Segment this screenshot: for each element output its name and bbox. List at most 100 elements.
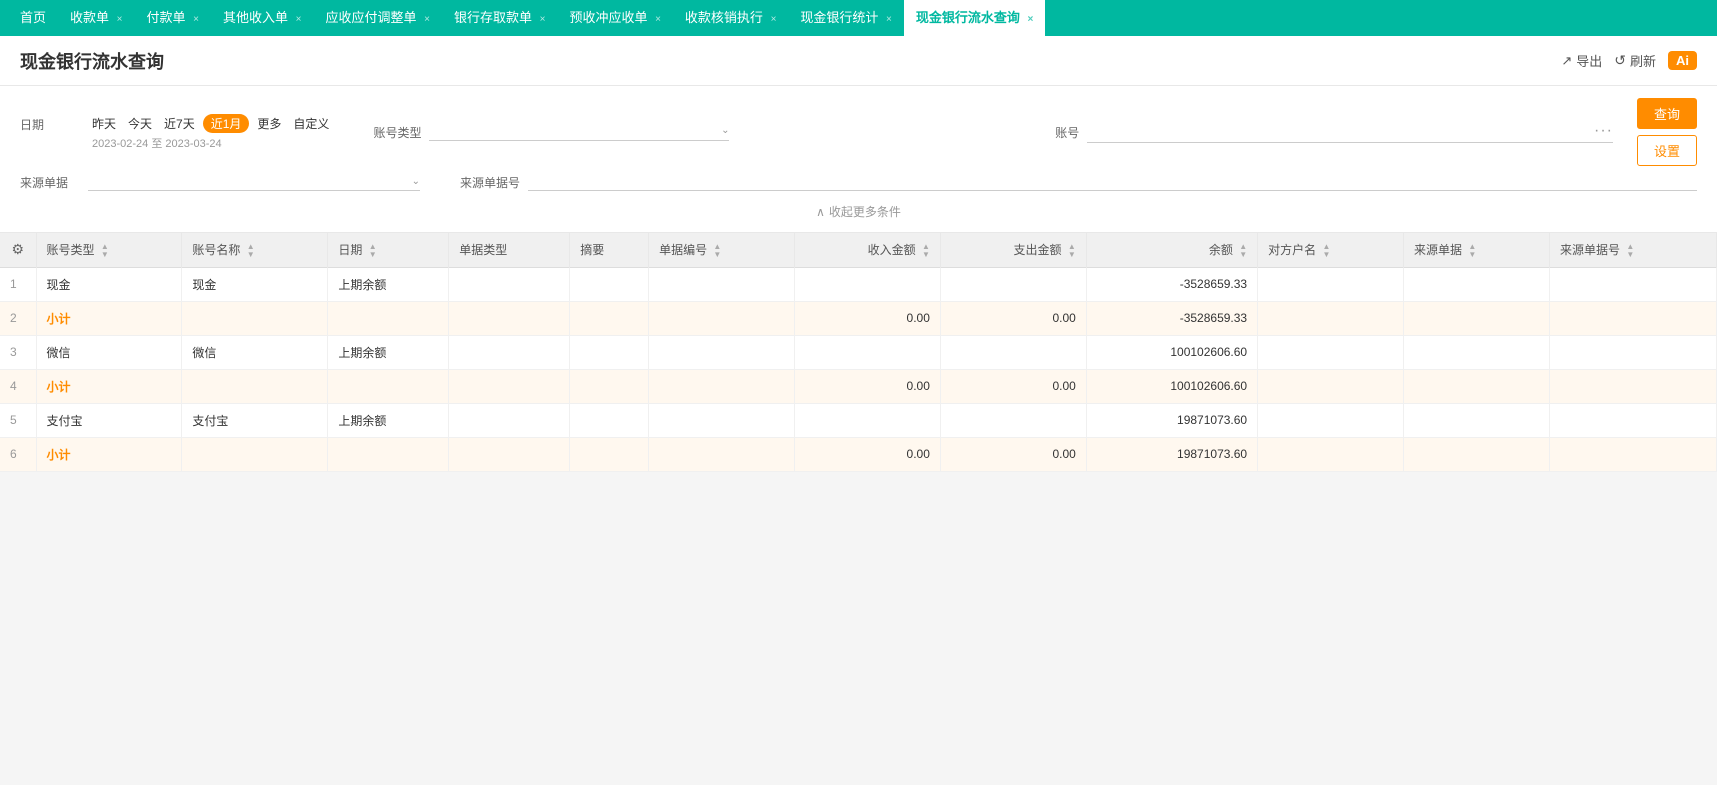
cell-counterparty xyxy=(1258,267,1404,301)
sort-icon[interactable]: ▲▼ xyxy=(1322,243,1330,259)
account-type-input[interactable] xyxy=(429,124,721,138)
cell-account-type: 现金 xyxy=(36,267,182,301)
nav-item-bank-deposit[interactable]: 银行存取款单 × xyxy=(442,0,557,36)
col-header-account-name: 账号名称 ▲▼ xyxy=(182,233,328,267)
sort-icon[interactable]: ▲▼ xyxy=(1068,243,1076,259)
sort-icon[interactable]: ▲▼ xyxy=(1626,243,1634,259)
cell-date xyxy=(328,369,449,403)
nav-item-other-income[interactable]: 其他收入单 × xyxy=(211,0,313,36)
date-btn-7days[interactable]: 近7天 xyxy=(160,114,199,133)
cell-doc-type xyxy=(449,335,570,369)
cell-summary xyxy=(570,437,649,471)
cell-income: 0.00 xyxy=(794,369,940,403)
nav-item-home[interactable]: 首页 xyxy=(8,0,58,36)
row-number: 4 xyxy=(0,369,36,403)
page-title: 现金银行流水查询 xyxy=(20,48,164,74)
cell-account-name: 微信 xyxy=(182,335,328,369)
close-icon[interactable]: × xyxy=(1028,14,1034,25)
collapse-bar[interactable]: ∧ 收起更多条件 xyxy=(20,199,1697,224)
cell-expense: 0.00 xyxy=(940,437,1086,471)
nav-label-bank-deposit: 银行存取款单 xyxy=(454,10,532,25)
close-icon[interactable]: × xyxy=(540,14,546,25)
source-doc-input[interactable] xyxy=(88,174,412,188)
close-icon[interactable]: × xyxy=(886,14,892,25)
cell-doc-num xyxy=(649,369,795,403)
cell-account-name: 现金 xyxy=(182,267,328,301)
table-row: 5支付宝支付宝上期余额19871073.60 xyxy=(0,403,1717,437)
sort-icon[interactable]: ▲▼ xyxy=(101,243,109,259)
nav-label-home: 首页 xyxy=(20,10,46,25)
close-icon[interactable]: × xyxy=(193,14,199,25)
date-btn-custom[interactable]: 自定义 xyxy=(289,114,333,133)
col-header-income: 收入金额 ▲▼ xyxy=(794,233,940,267)
cell-counterparty xyxy=(1258,335,1404,369)
col-header-date: 日期 ▲▼ xyxy=(328,233,449,267)
row-number: 5 xyxy=(0,403,36,437)
col-header-account-type: 账号类型 ▲▼ xyxy=(36,233,182,267)
collapse-icon: ∧ xyxy=(816,205,825,219)
ai-badge[interactable]: Ai xyxy=(1668,51,1697,70)
close-icon[interactable]: × xyxy=(771,14,777,25)
nav-item-flow[interactable]: 现金银行流水查询 × xyxy=(904,0,1045,36)
sort-icon[interactable]: ▲▼ xyxy=(922,243,930,259)
account-type-label: 账号类型 xyxy=(373,124,421,141)
sort-icon[interactable]: ▲▼ xyxy=(1239,243,1247,259)
cell-balance: 19871073.60 xyxy=(1086,403,1257,437)
settings-column-header: ⚙ xyxy=(0,233,36,267)
cell-income xyxy=(794,335,940,369)
cell-date: 上期余额 xyxy=(328,335,449,369)
cell-source-doc-num xyxy=(1549,335,1716,369)
refresh-button[interactable]: ↺ 刷新 xyxy=(1614,51,1656,70)
chevron-down-icon[interactable]: ⌄ xyxy=(412,176,420,187)
nav-item-receipt[interactable]: 收款单 × xyxy=(58,0,134,36)
cell-summary xyxy=(570,267,649,301)
main-table: ⚙ 账号类型 ▲▼ 账号名称 ▲▼ 日期 ▲▼ 单据类型 摘 xyxy=(0,233,1717,472)
cell-doc-num xyxy=(649,403,795,437)
cell-doc-num xyxy=(649,301,795,335)
nav-item-payment[interactable]: 付款单 × xyxy=(135,0,211,36)
nav-label-writeoff: 收款核销执行 xyxy=(685,10,763,25)
row-number: 1 xyxy=(0,267,36,301)
nav-item-adjustment[interactable]: 应收应付调整单 × xyxy=(313,0,441,36)
date-btn-more[interactable]: 更多 xyxy=(253,114,285,133)
close-icon[interactable]: × xyxy=(424,14,430,25)
query-button[interactable]: 查询 xyxy=(1637,98,1697,129)
cell-summary xyxy=(570,335,649,369)
close-icon[interactable]: × xyxy=(296,14,302,25)
date-btn-today[interactable]: 今天 xyxy=(124,114,156,133)
settings-button[interactable]: 设置 xyxy=(1637,135,1697,166)
nav-label-advance: 预收冲应收单 xyxy=(569,10,647,25)
export-button[interactable]: ↗ 导出 xyxy=(1561,51,1602,70)
table-row: 1现金现金上期余额-3528659.33 xyxy=(0,267,1717,301)
gear-icon[interactable]: ⚙ xyxy=(11,241,24,257)
cell-account-type: 微信 xyxy=(36,335,182,369)
cell-source-doc xyxy=(1404,335,1550,369)
sort-icon[interactable]: ▲▼ xyxy=(369,243,377,259)
sort-icon[interactable]: ▲▼ xyxy=(713,243,721,259)
nav-item-stats[interactable]: 现金银行统计 × xyxy=(788,0,903,36)
cell-income xyxy=(794,403,940,437)
nav-item-writeoff[interactable]: 收款核销执行 × xyxy=(673,0,788,36)
close-icon[interactable]: × xyxy=(117,14,123,25)
sort-icon[interactable]: ▲▼ xyxy=(247,243,255,259)
table-row: 4小计0.000.00100102606.60 xyxy=(0,369,1717,403)
cell-income: 0.00 xyxy=(794,437,940,471)
export-label: 导出 xyxy=(1576,51,1602,70)
row-number: 2 xyxy=(0,301,36,335)
table-row: 2小计0.000.00-3528659.33 xyxy=(0,301,1717,335)
nav-label-stats: 现金银行统计 xyxy=(800,10,878,25)
source-doc-num-input[interactable] xyxy=(528,174,1697,188)
nav-item-advance[interactable]: 预收冲应收单 × xyxy=(557,0,672,36)
date-btn-1month[interactable]: 近1月 xyxy=(203,114,250,133)
sort-icon[interactable]: ▲▼ xyxy=(1468,243,1476,259)
cell-balance: 19871073.60 xyxy=(1086,437,1257,471)
cell-account-name xyxy=(182,301,328,335)
filter-row-2: 来源单据 ⌄ 来源单据号 xyxy=(20,174,1697,191)
date-btn-yesterday[interactable]: 昨天 xyxy=(88,114,120,133)
table-container: ⚙ 账号类型 ▲▼ 账号名称 ▲▼ 日期 ▲▼ 单据类型 摘 xyxy=(0,233,1717,472)
account-input[interactable] xyxy=(1087,124,1594,138)
close-icon[interactable]: × xyxy=(655,14,661,25)
dots-icon[interactable]: ··· xyxy=(1594,122,1613,140)
date-buttons: 昨天 今天 近7天 近1月 更多 自定义 xyxy=(88,114,333,133)
chevron-down-icon[interactable]: ⌄ xyxy=(721,125,729,136)
